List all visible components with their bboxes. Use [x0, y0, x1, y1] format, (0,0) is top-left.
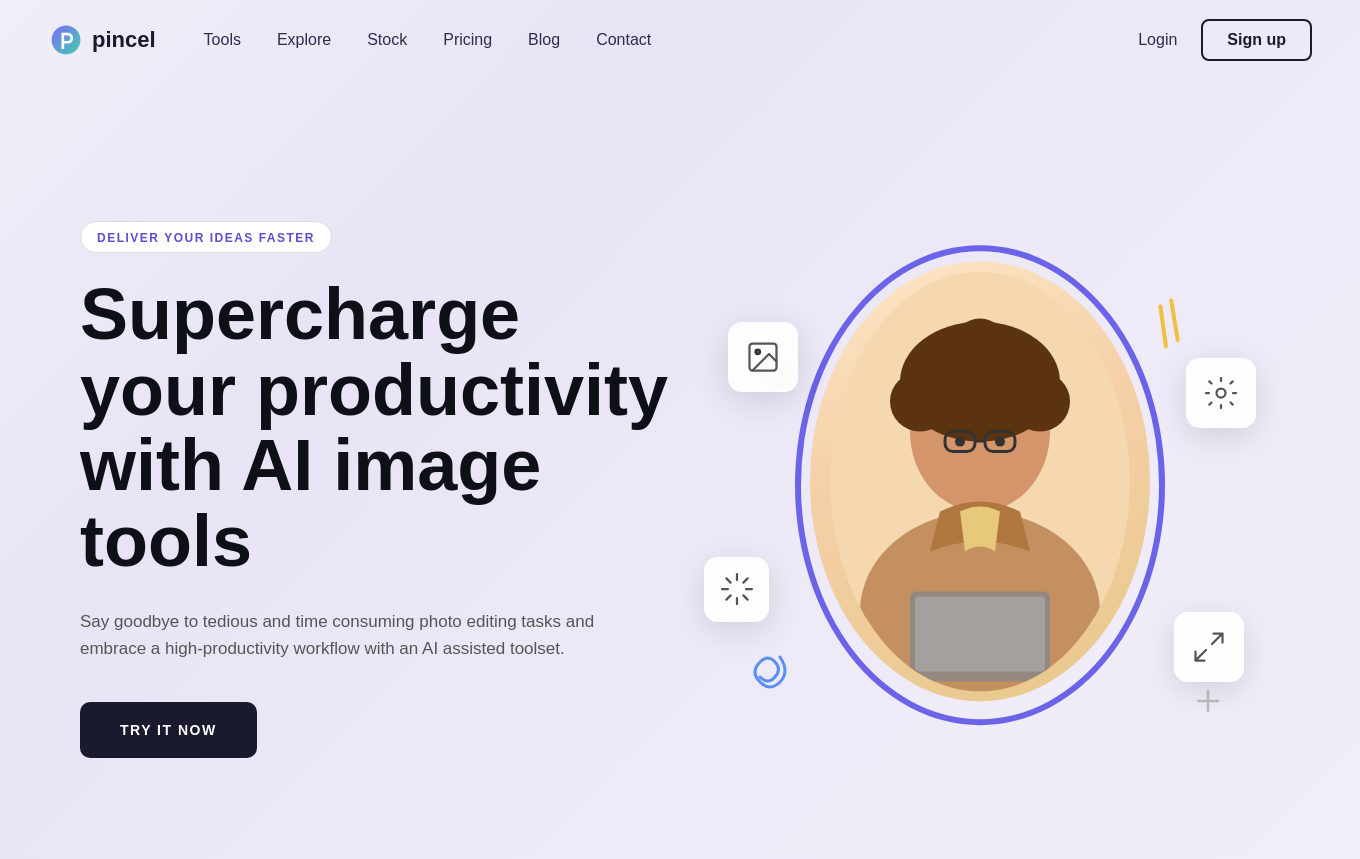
float-card-expand: [1174, 612, 1244, 682]
svg-point-19: [756, 349, 761, 354]
float-card-loader: [704, 557, 769, 622]
nav-explore[interactable]: Explore: [277, 31, 331, 49]
float-card-settings: [1186, 358, 1256, 428]
nav-links: Tools Explore Stock Pricing Blog Contact: [204, 31, 1139, 49]
deco-cross: [1196, 689, 1220, 718]
deco-swirl: [740, 647, 790, 706]
image-icon: [745, 339, 781, 375]
float-card-image: [728, 322, 798, 392]
logo-text: pincel: [92, 27, 156, 53]
svg-line-22: [1167, 300, 1181, 340]
hero-title: Supercharge your productivity with AI im…: [80, 277, 680, 579]
tagline-text: DELIVER YOUR IDEAS FASTER: [97, 231, 315, 245]
nav-tools[interactable]: Tools: [204, 31, 241, 49]
hero-section: DELIVER YOUR IDEAS FASTER Supercharge yo…: [0, 80, 1360, 859]
nav-pricing[interactable]: Pricing: [443, 31, 492, 49]
svg-line-21: [1156, 306, 1171, 346]
logo-link[interactable]: pincel: [48, 22, 156, 58]
expand-icon: [1191, 629, 1227, 665]
tagline-badge: DELIVER YOUR IDEAS FASTER: [80, 221, 332, 253]
hero-description: Say goodbye to tedious and time consumin…: [80, 608, 600, 662]
nav-stock[interactable]: Stock: [367, 31, 407, 49]
login-button[interactable]: Login: [1138, 31, 1177, 49]
loader-icon: [719, 571, 755, 607]
signup-button[interactable]: Sign up: [1201, 19, 1312, 61]
hero-content: DELIVER YOUR IDEAS FASTER Supercharge yo…: [80, 221, 680, 758]
hero-illustration: [680, 190, 1280, 790]
oval-ring: [795, 245, 1165, 725]
logo-icon: [48, 22, 84, 58]
nav-actions: Login Sign up: [1138, 19, 1312, 61]
navbar: pincel Tools Explore Stock Pricing Blog …: [0, 0, 1360, 80]
svg-point-20: [1217, 388, 1226, 397]
nav-blog[interactable]: Blog: [528, 31, 560, 49]
nav-contact[interactable]: Contact: [596, 31, 651, 49]
cta-button[interactable]: TRY IT NOW: [80, 702, 257, 758]
deco-lines-top: [1149, 293, 1202, 357]
settings-icon: [1203, 375, 1239, 411]
